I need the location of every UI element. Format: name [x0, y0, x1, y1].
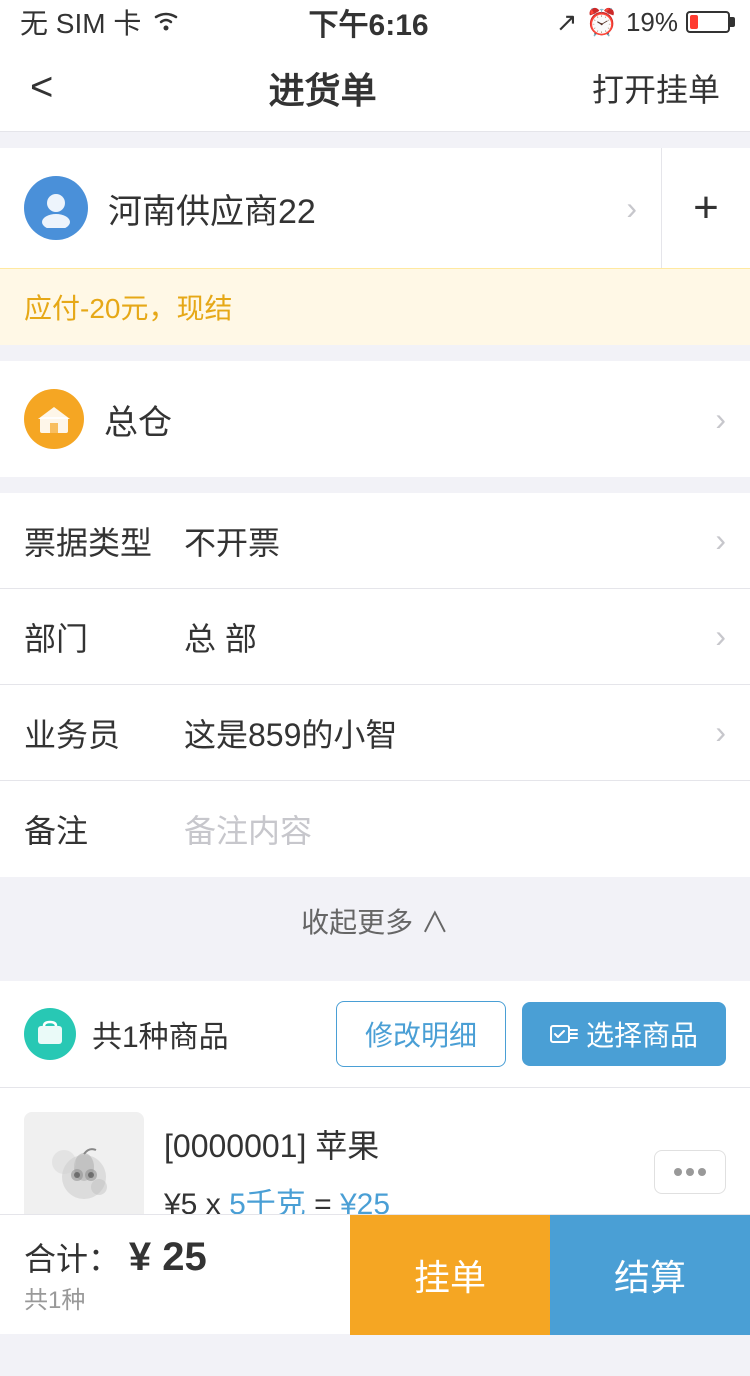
warehouse-chevron-icon: › [715, 401, 726, 438]
back-button[interactable]: < [30, 65, 53, 110]
product-name: [0000001] 苹果 [164, 1121, 654, 1167]
sales-value: 这是859的小智 [184, 710, 715, 756]
product-more-button[interactable] [654, 1150, 726, 1194]
alarm-icon: ⏰ [586, 7, 618, 38]
sales-row[interactable]: 业务员 这是859的小智 › [0, 685, 750, 781]
form-section: 票据类型 不开票 › 部门 总 部 › 业务员 这是859的小智 › 备注 备注… [0, 493, 750, 877]
dept-row[interactable]: 部门 总 部 › [0, 589, 750, 685]
warehouse-row[interactable]: 总仓 › [0, 361, 750, 477]
product-info: [0000001] 苹果 ¥5 x 5千克 = ¥25 [164, 1121, 654, 1223]
select-product-button[interactable]: 选择商品 [522, 1002, 726, 1066]
status-left: 无 SIM 卡 [20, 2, 181, 42]
open-hang-button[interactable]: 打开挂单 [592, 65, 720, 111]
products-header: 共1种商品 修改明细 选择商品 [0, 981, 750, 1088]
total-amount: ¥ 25 [129, 1235, 207, 1279]
wifi-icon [151, 6, 181, 38]
total-section: 合计： ¥ 25 共1种 [0, 1234, 350, 1315]
warehouse-section: 总仓 › [0, 361, 750, 477]
dept-value: 总 部 [184, 614, 715, 660]
remark-label: 备注 [24, 806, 164, 852]
sales-chevron-icon: › [715, 714, 726, 751]
chevron-right-icon: › [626, 190, 637, 227]
invoice-row[interactable]: 票据类型 不开票 › [0, 493, 750, 589]
hang-button[interactable]: 挂单 [350, 1215, 550, 1335]
total-row: 合计： ¥ 25 [24, 1234, 326, 1280]
warehouse-icon [24, 389, 84, 449]
nav-bar: < 进货单 打开挂单 [0, 44, 750, 132]
dot1 [674, 1168, 682, 1176]
dept-label: 部门 [24, 614, 164, 660]
dot2 [686, 1168, 694, 1176]
dept-chevron-icon: › [715, 618, 726, 655]
products-count: 共1种商品 [92, 1012, 336, 1056]
location-icon: ↗ [556, 7, 578, 38]
modify-detail-button[interactable]: 修改明细 [336, 1001, 506, 1067]
battery-icon [686, 11, 730, 33]
notice-bar: 应付-20元，现结 [0, 268, 750, 345]
sales-label: 业务员 [24, 710, 164, 756]
total-count: 共1种 [24, 1280, 326, 1315]
notice-text: 应付-20元，现结 [24, 293, 232, 324]
content: 河南供应商22 › + 应付-20元，现结 总仓 › 票据类型 不开票 › [0, 148, 750, 1376]
invoice-chevron-icon: › [715, 522, 726, 559]
status-bar: 无 SIM 卡 下午6:16 ↗ ⏰ 19% [0, 0, 750, 44]
remark-input[interactable]: 备注内容 [184, 806, 726, 852]
status-right: ↗ ⏰ 19% [556, 7, 730, 38]
page-title: 进货单 [269, 62, 377, 114]
warehouse-name: 总仓 [104, 395, 715, 444]
supplier-section: 河南供应商22 › + [0, 148, 750, 268]
bottom-bar: 合计： ¥ 25 共1种 挂单 结算 [0, 1214, 750, 1334]
checkout-button[interactable]: 结算 [550, 1215, 750, 1335]
carrier-label: 无 SIM 卡 [20, 2, 141, 42]
invoice-value: 不开票 [184, 518, 715, 564]
products-icon [24, 1008, 76, 1060]
supplier-row[interactable]: 河南供应商22 › [0, 148, 662, 268]
battery-percent: 19% [626, 7, 678, 38]
status-time: 下午6:16 [309, 0, 429, 44]
total-label: 合计： [24, 1241, 120, 1277]
invoice-label: 票据类型 [24, 518, 164, 564]
dot3 [698, 1168, 706, 1176]
collapse-button[interactable]: 收起更多 ∧ [0, 877, 750, 965]
add-supplier-button[interactable]: + [662, 148, 750, 268]
remark-row[interactable]: 备注 备注内容 [0, 781, 750, 877]
supplier-avatar [24, 176, 88, 240]
select-product-label: 选择商品 [586, 1014, 698, 1054]
supplier-name: 河南供应商22 [108, 184, 626, 233]
